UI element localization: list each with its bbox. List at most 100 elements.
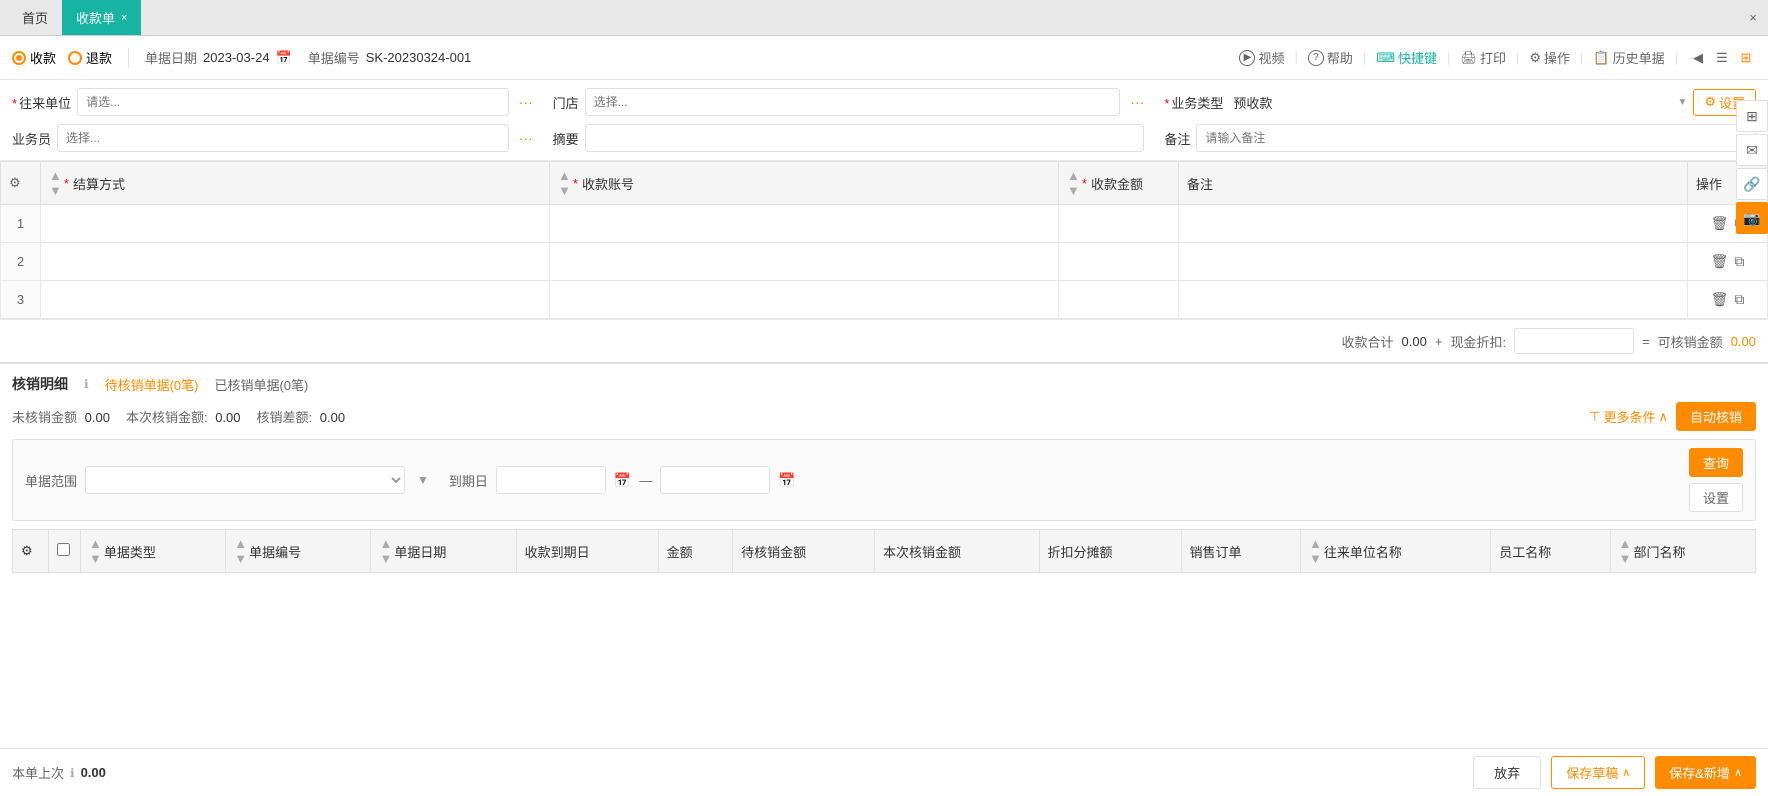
row-3-remark[interactable] (1179, 281, 1688, 319)
date-calendar-icon[interactable]: 📅 (276, 50, 292, 66)
row-1-amount-input[interactable] (1059, 205, 1178, 242)
row-3-copy-icon[interactable]: ⧉ (1734, 291, 1744, 308)
hexiao-completed-tab[interactable]: 已核销单据(0笔) (214, 375, 308, 394)
row-1-account[interactable] (550, 205, 1059, 243)
shop-input[interactable] (585, 88, 1121, 116)
radio-group: 收款 退款 (12, 48, 112, 67)
operation-btn[interactable]: ⚙ 操作 (1529, 48, 1570, 67)
doc-date-sort[interactable]: ▲▼ (379, 536, 392, 566)
row-2-remark[interactable] (1179, 243, 1688, 281)
shortcut-btn[interactable]: ⌨ 快捷键 (1376, 48, 1437, 67)
history-btn[interactable]: 📋 历史单据 (1593, 48, 1664, 67)
video-btn[interactable]: ▶ 视频 (1239, 48, 1284, 67)
from-date-input[interactable]: 2022-04-01 (496, 466, 606, 494)
settle-sort-icon[interactable]: ▲▼ (49, 168, 62, 198)
tab-active[interactable]: 收款单 × (62, 0, 141, 35)
row-1-settle[interactable] (41, 205, 550, 243)
row-3-remark-input[interactable] (1179, 281, 1687, 318)
row-3-settle[interactable] (41, 281, 550, 319)
table-settings-icon[interactable]: ⚙ (9, 175, 21, 190)
row-3-delete-icon[interactable]: 🗑 (1711, 291, 1729, 308)
sidebar-camera-icon[interactable]: 📷 (1736, 202, 1768, 234)
row-1-account-input[interactable] (550, 205, 1058, 242)
col-op-label: 操作 (1696, 177, 1722, 192)
row-1-settle-input[interactable] (41, 205, 549, 242)
select-all-checkbox[interactable] (57, 543, 70, 556)
sidebar-table-icon[interactable]: ⊞ (1736, 100, 1768, 132)
range-dropdown-icon[interactable]: ▼ (417, 473, 429, 487)
staff-more-icon[interactable]: ··· (519, 130, 533, 146)
list-view-icon[interactable]: ☰ (1712, 48, 1732, 68)
from-calendar-icon[interactable]: 📅 (614, 472, 631, 489)
diff-value: 0.00 (320, 410, 345, 425)
row-2-settle-input[interactable] (41, 243, 549, 280)
row-2-amount[interactable] (1059, 243, 1179, 281)
prev-page-icon[interactable]: ◀ (1688, 48, 1708, 68)
auto-hexiao-btn[interactable]: 自动核销 (1676, 402, 1756, 431)
doc-num-sort[interactable]: ▲▼ (234, 536, 247, 566)
biz-type-dropdown-icon[interactable]: ▼ (1677, 97, 1687, 108)
row-1-delete-icon[interactable]: 🗑 (1711, 215, 1729, 232)
shop-more-icon[interactable]: ··· (1130, 94, 1144, 110)
counterparty-input[interactable] (77, 88, 509, 116)
to-calendar-icon[interactable]: 📅 (778, 472, 795, 489)
sidebar-link-icon[interactable]: 🔗 (1736, 168, 1768, 200)
discount-input[interactable] (1514, 328, 1634, 354)
bottom-info-icon[interactable]: ℹ (70, 766, 75, 780)
row-2-settle[interactable] (41, 243, 550, 281)
hexiao-info-icon[interactable]: ℹ (84, 377, 89, 391)
counterparty-more-icon[interactable]: ··· (519, 94, 533, 110)
grid-view-icon[interactable]: ⊞ (1736, 48, 1756, 68)
row-3-amount[interactable] (1059, 281, 1179, 319)
row-2-copy-icon[interactable]: ⧉ (1734, 253, 1744, 270)
row-2-account[interactable] (550, 243, 1059, 281)
col-account-header: ▲▼ * 收款账号 (550, 162, 1059, 205)
remark-input[interactable] (1196, 124, 1756, 152)
amount-sort-icon[interactable]: ▲▼ (1067, 168, 1080, 198)
row-1-remark[interactable] (1179, 205, 1688, 243)
row-3-account-input[interactable] (550, 281, 1058, 318)
date-label: 单据日期 (145, 48, 197, 67)
row-1-amount[interactable] (1059, 205, 1179, 243)
window-close-btn[interactable]: × (1746, 11, 1760, 25)
account-sort-icon[interactable]: ▲▼ (558, 168, 571, 198)
row-3-account[interactable] (550, 281, 1059, 319)
range-select[interactable] (85, 466, 405, 494)
radio-receive[interactable]: 收款 (12, 48, 56, 67)
row-2-amount-input[interactable] (1059, 243, 1178, 280)
to-date-input[interactable]: 2022-04-12 (660, 466, 770, 494)
col-settings-2[interactable]: ⚙ (13, 530, 49, 573)
row-2-delete-icon[interactable]: 🗑 (1711, 253, 1729, 270)
diff-stat: 核销差额: 0.00 (257, 407, 346, 426)
radio-refund[interactable]: 退款 (68, 48, 112, 67)
more-conditions-btn[interactable]: ⊤ 更多条件 ∧ (1589, 407, 1668, 426)
col-settings[interactable]: ⚙ (1, 162, 41, 205)
help-btn[interactable]: ? 帮助 (1308, 48, 1353, 67)
row-2-remark-input[interactable] (1179, 243, 1687, 280)
save-draft-btn[interactable]: 保存草稿 ∧ (1551, 756, 1645, 789)
radio-refund-dot (68, 51, 82, 65)
staff-input[interactable] (57, 124, 509, 152)
dept-sort[interactable]: ▲▼ (1619, 536, 1632, 566)
doc-type-sort[interactable]: ▲▼ (89, 536, 102, 566)
summary-input[interactable] (585, 124, 1145, 152)
hexiao-settings-btn[interactable]: 设置 (1689, 483, 1743, 512)
row-1-remark-input[interactable] (1179, 205, 1687, 242)
number-value: SK-20230324-001 (366, 50, 472, 65)
row-3-settle-input[interactable] (41, 281, 549, 318)
query-btn[interactable]: 查询 (1689, 448, 1743, 477)
row-3-amount-input[interactable] (1059, 281, 1178, 318)
table2-settings-icon[interactable]: ⚙ (21, 543, 33, 558)
settings-gear-icon: ⚙ (1704, 94, 1716, 110)
hexiao-pending-tab[interactable]: 待核销单据(0笔) (105, 375, 199, 394)
save-new-btn[interactable]: 保存&新增 ∧ (1655, 756, 1756, 789)
tab-close-icon[interactable]: × (121, 12, 127, 24)
summary-label: 摘要 (553, 129, 579, 148)
row-2-account-input[interactable] (550, 243, 1058, 280)
tab-home[interactable]: 首页 (8, 0, 62, 35)
counterparty-sort[interactable]: ▲▼ (1309, 536, 1322, 566)
sidebar-email-icon[interactable]: ✉ (1736, 134, 1768, 166)
bottom-bar: 本单上次 ℹ 0.00 放弃 保存草稿 ∧ 保存&新增 ∧ (0, 748, 1768, 796)
print-btn[interactable]: 🖨 打印 (1460, 48, 1506, 67)
abandon-btn[interactable]: 放弃 (1473, 756, 1541, 789)
